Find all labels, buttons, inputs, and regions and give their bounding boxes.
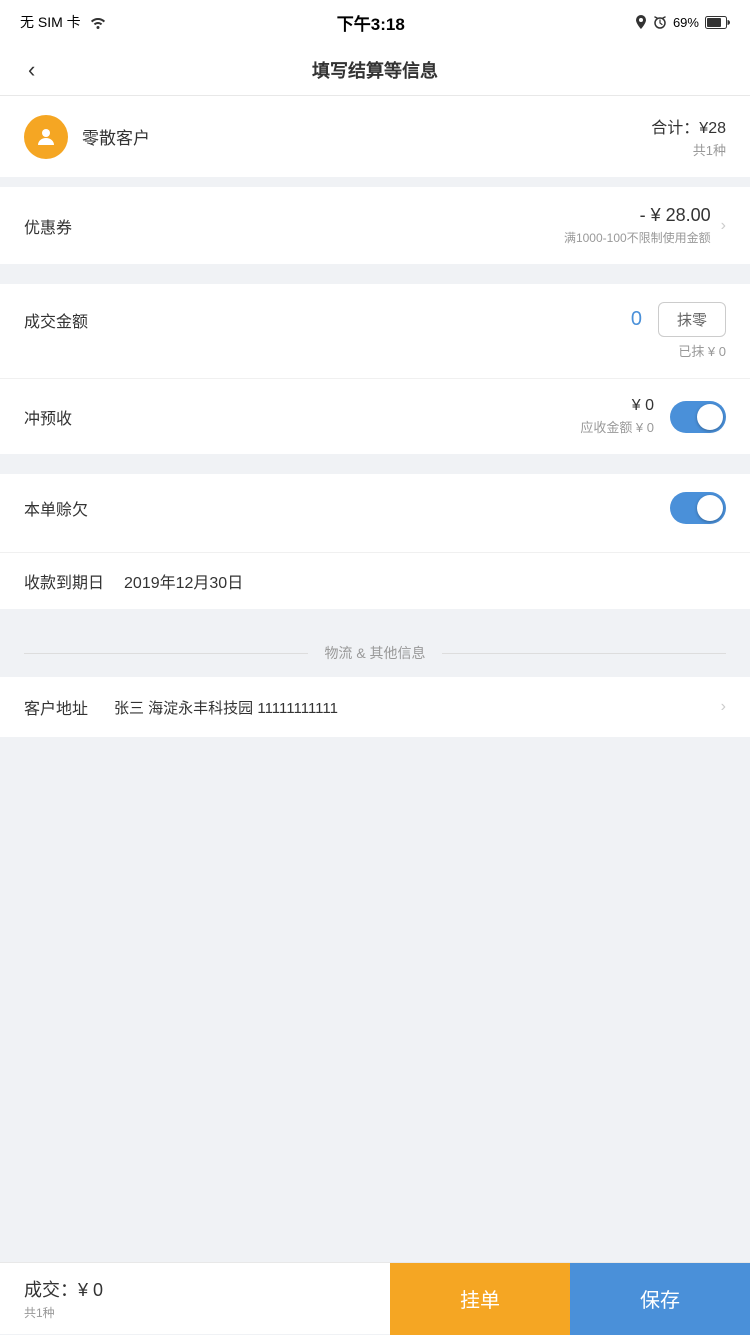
debit-section: 本单赊欠 收款到期日 2019年12月30日 [0,474,750,609]
address-chevron-icon: › [721,698,726,716]
debit-label: 本单赊欠 [24,496,88,520]
battery-percent: 69% [673,15,699,30]
deal-amount-value: 0 [631,308,642,331]
bottom-count: 共1种 [24,1304,366,1321]
page-title: 填写结算等信息 [312,57,438,83]
address-label: 客户地址 [24,695,104,719]
customer-row: 零散客户 合计：¥28 共1种 [0,96,750,177]
deal-right-group: 0 抹零 [631,302,726,337]
advance-right: ¥ 0 应收金额 ¥ 0 [580,397,726,436]
coupon-section: 优惠券 - ¥ 28.00 满1000-100不限制使用金额 › [0,187,750,264]
no-sim-text: 无 SIM 卡 [20,12,81,32]
customer-left: 零散客户 [24,115,150,159]
deal-section: 成交金额 0 抹零 已抹 ¥ 0 冲预收 ¥ 0 应收金额 ¥ 0 [0,284,750,454]
due-date-value: 2019年12月30日 [124,569,243,593]
wifi-icon [89,15,107,29]
pending-button[interactable]: 挂单 [390,1263,570,1335]
debit-row: 本单赊欠 [24,492,726,524]
total-amount: 合计：¥28 [651,114,726,138]
coupon-chevron-icon: › [721,217,726,235]
advance-label: 冲预收 [24,405,72,429]
deal-amount-row: 成交金额 0 抹零 已抹 ¥ 0 [0,284,750,379]
bottom-deal: 成交：¥ 0 [24,1276,366,1302]
customer-name: 零散客户 [82,124,150,149]
location-icon [635,15,647,29]
debit-row-container: 本单赊欠 [0,474,750,542]
divider-line-right [442,653,726,654]
deal-sub: 已抹 ¥ 0 [24,341,726,360]
debit-toggle[interactable] [670,492,726,524]
nav-bar: ‹ 填写结算等信息 [0,44,750,96]
empty-space [0,747,750,967]
bottom-deal-label: 成交： [24,1280,78,1300]
status-left: 无 SIM 卡 [20,12,107,32]
bottom-deal-amount: ¥ 0 [78,1280,103,1300]
coupon-label: 优惠券 [24,214,72,238]
advance-row: 冲预收 ¥ 0 应收金额 ¥ 0 [0,379,750,454]
avatar [24,115,68,159]
due-date-label: 收款到期日 [24,569,104,593]
advance-sub-label: 应收金额 ¥ 0 [580,417,654,436]
separator-1 [0,274,750,284]
logistics-text: 物流 & 其他信息 [324,643,425,663]
total-count: 共1种 [651,140,726,159]
save-button[interactable]: 保存 [570,1263,750,1335]
deal-top: 成交金额 0 抹零 [24,302,726,337]
separator-2 [0,464,750,474]
discount-desc: 满1000-100不限制使用金额 [564,229,711,246]
alarm-icon [653,15,667,29]
back-button[interactable]: ‹ [20,53,43,87]
discount-amount: - ¥ 28.00 [564,205,711,226]
advance-toggle[interactable] [670,401,726,433]
divider-line-left [24,653,308,654]
logistics-divider: 物流 & 其他信息 [0,629,750,677]
status-bar: 无 SIM 卡 下午3:18 69% [0,0,750,44]
round-button[interactable]: 抹零 [658,302,726,337]
due-date-row: 收款到期日 2019年12月30日 [0,552,750,609]
address-row[interactable]: 客户地址 张三 海淀永丰科技园 11111111111 › [0,677,750,737]
customer-summary: 合计：¥28 共1种 [651,114,726,159]
bottom-bar: 成交：¥ 0 共1种 挂单 保存 [0,1262,750,1334]
status-right: 69% [635,15,730,30]
status-time: 下午3:18 [337,10,405,35]
battery-icon [705,16,730,29]
bottom-summary: 成交：¥ 0 共1种 [0,1276,390,1321]
address-value: 张三 海淀永丰科技园 11111111111 [114,697,721,718]
coupon-right: - ¥ 28.00 满1000-100不限制使用金额 › [564,205,726,246]
advance-amounts: ¥ 0 应收金额 ¥ 0 [580,397,654,436]
advance-main-amount: ¥ 0 [580,397,654,415]
separator-3 [0,619,750,629]
coupon-right-text: - ¥ 28.00 满1000-100不限制使用金额 [564,205,711,246]
coupon-row[interactable]: 优惠券 - ¥ 28.00 满1000-100不限制使用金额 › [0,187,750,264]
deal-label: 成交金额 [24,308,88,332]
